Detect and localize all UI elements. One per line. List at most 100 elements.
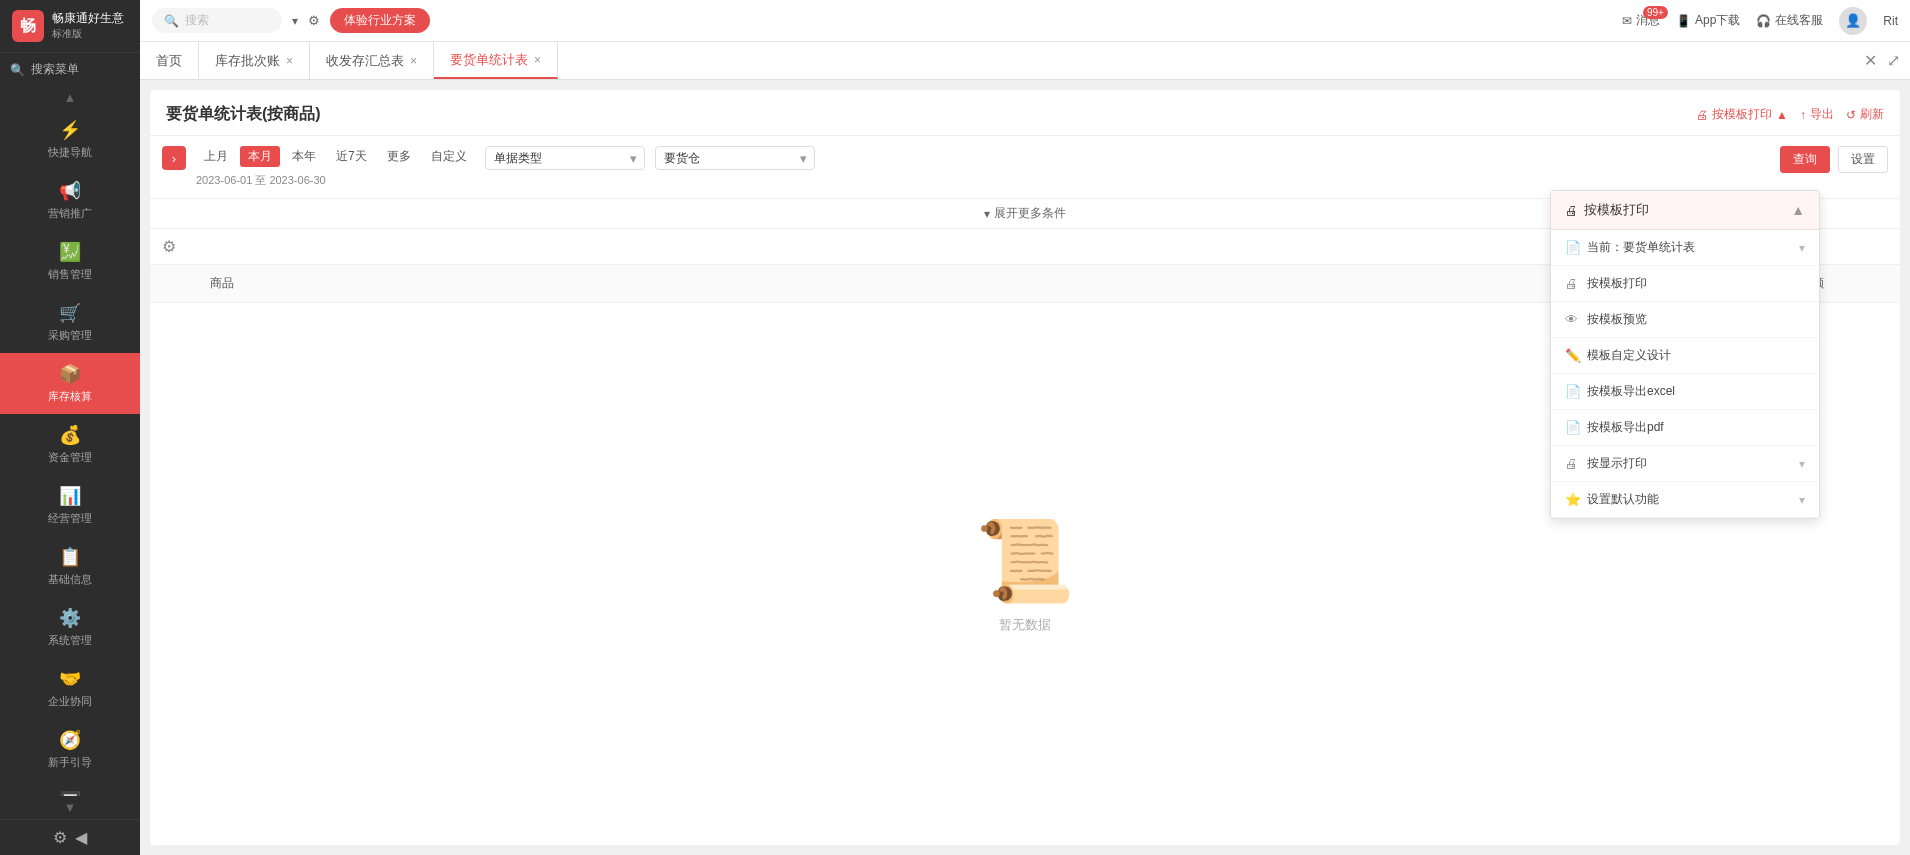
template-preview-label: 按模板预览 xyxy=(1587,311,1647,328)
topbar-dropdown[interactable]: ▾ xyxy=(292,14,298,28)
tab-receipt-summary-close[interactable]: × xyxy=(410,54,417,68)
topbar: 🔍 搜索 ▾ ⚙ 体验行业方案 ✉ 消息 99+ 📱 App下载 🎧 在线客服 … xyxy=(140,0,1910,42)
sidebar-item-label: 系统管理 xyxy=(48,633,92,648)
date-tab-7days[interactable]: 近7天 xyxy=(328,146,375,167)
refresh-button[interactable]: ↺ 刷新 xyxy=(1846,106,1884,123)
sidebar-item-collab[interactable]: 🤝 企业协同 xyxy=(0,658,140,719)
sidebar-item-inventory[interactable]: 📦 库存核算 xyxy=(0,353,140,414)
page-header: 要货单统计表(按商品) 🖨 按模板打印 ▲ ↑ 导出 ↺ 刷新 xyxy=(150,90,1900,136)
logo-icon: 畅 xyxy=(12,10,44,42)
sidebar-item-sales[interactable]: 💹 销售管理 xyxy=(0,231,140,292)
refresh-label: 刷新 xyxy=(1860,106,1884,123)
guide-icon: 🧭 xyxy=(59,729,81,751)
logo-text: 畅康通好生意 xyxy=(52,11,124,27)
finance-icon: 💰 xyxy=(59,424,81,446)
sidebar-item-guide[interactable]: 🧭 新手引导 xyxy=(0,719,140,780)
app-download-item[interactable]: 📱 App下载 xyxy=(1676,12,1740,29)
print-dropdown-template-excel[interactable]: 📄 按模板导出excel xyxy=(1551,374,1819,410)
query-label: 查询 xyxy=(1793,152,1817,166)
settings-button[interactable]: 设置 xyxy=(1838,146,1888,173)
print-button[interactable]: 🖨 按模板打印 ▲ xyxy=(1696,106,1788,123)
date-tab-more[interactable]: 更多 xyxy=(379,146,419,167)
print-dropdown-display-print[interactable]: 🖨 按显示打印 ▾ xyxy=(1551,446,1819,482)
sidebar-item-apps[interactable]: 🔲 应用中心 xyxy=(0,780,140,796)
logo-sub: 标准版 xyxy=(52,27,124,41)
basic-icon: 📋 xyxy=(59,546,81,568)
print-dropdown-template-preview[interactable]: 👁 按模板预览 xyxy=(1551,302,1819,338)
table-settings-icon[interactable]: ⚙ xyxy=(162,237,176,256)
print-dropdown-current[interactable]: 📄 当前：要货单统计表 ▾ xyxy=(1551,230,1819,266)
date-filter-group: 上月 本月 本年 近7天 更多 自定义 2023-06-01 至 2023-06… xyxy=(196,146,475,188)
expand-more-button[interactable]: ▾ 展开更多条件 xyxy=(984,205,1066,222)
collapse-icon[interactable]: ◀ xyxy=(75,828,87,847)
topbar-search-text: 搜索 xyxy=(185,12,209,29)
tab-order-stats[interactable]: 要货单统计表 × xyxy=(434,42,558,79)
print-dropdown-close-icon[interactable]: ▲ xyxy=(1791,202,1805,218)
sidebar-item-label: 经营管理 xyxy=(48,511,92,526)
apps-icon: 🔲 xyxy=(59,790,81,796)
sidebar-scroll-down[interactable]: ▼ xyxy=(0,796,140,819)
print-dropdown: 🖨 按模板打印 ▲ 📄 当前：要货单统计表 ▾ 🖨 按模板打印 xyxy=(1550,190,1820,519)
display-print-icon: 🖨 xyxy=(1565,456,1578,471)
filter-right: 查询 设置 xyxy=(1780,146,1888,173)
print-dropdown-title-text: 按模板打印 xyxy=(1584,201,1649,219)
query-button[interactable]: 查询 xyxy=(1780,146,1830,173)
print-dropdown-title: 🖨 按模板打印 xyxy=(1565,201,1649,219)
tab-order-stats-close[interactable]: × xyxy=(534,53,541,67)
order-goods-select-wrapper: 要货仓 xyxy=(655,146,815,170)
sidebar-item-quick-nav[interactable]: ⚡ 快捷导航 xyxy=(0,109,140,170)
online-service-item[interactable]: 🎧 在线客服 xyxy=(1756,12,1823,29)
topbar-search-icon: 🔍 xyxy=(164,14,179,28)
print-dropdown-default-func[interactable]: ⭐ 设置默认功能 ▾ xyxy=(1551,482,1819,518)
tab-receipt-summary[interactable]: 收发存汇总表 × xyxy=(310,42,434,79)
current-label: 当前：要货单统计表 xyxy=(1587,239,1695,256)
service-icon: 🎧 xyxy=(1756,14,1771,28)
sidebar-item-operation[interactable]: 📊 经营管理 xyxy=(0,475,140,536)
print-dropdown-template-design[interactable]: ✏️ 模板自定义设计 xyxy=(1551,338,1819,374)
print-chevron-icon: ▲ xyxy=(1776,108,1788,122)
sidebar-item-finance[interactable]: 💰 资金管理 xyxy=(0,414,140,475)
topbar-search[interactable]: 🔍 搜索 xyxy=(152,8,282,33)
template-excel-icon: 📄 xyxy=(1565,384,1581,399)
tab-home[interactable]: 首页 xyxy=(140,42,199,79)
date-tab-current[interactable]: 本月 xyxy=(240,146,280,167)
tab-expand[interactable]: ⤢ xyxy=(1883,49,1904,72)
tab-inventory-batch[interactable]: 库存批次账 × xyxy=(199,42,310,79)
sidebar-item-purchase[interactable]: 🛒 采购管理 xyxy=(0,292,140,353)
tab-inventory-batch-close[interactable]: × xyxy=(286,54,293,68)
topbar-gear-icon[interactable]: ⚙ xyxy=(308,13,320,28)
sidebar-item-system[interactable]: ⚙️ 系统管理 xyxy=(0,597,140,658)
username[interactable]: Rit xyxy=(1883,14,1898,28)
date-tab-custom[interactable]: 自定义 xyxy=(423,146,475,167)
filter-expand-button[interactable]: › xyxy=(162,146,186,170)
search-icon: 🔍 xyxy=(10,63,25,77)
order-goods-filter-group: 要货仓 xyxy=(655,146,815,170)
tab-order-stats-label: 要货单统计表 xyxy=(450,51,528,69)
tab-close-all[interactable]: ✕ xyxy=(1860,49,1881,72)
trial-button[interactable]: 体验行业方案 xyxy=(330,8,430,33)
date-tab-prev[interactable]: 上月 xyxy=(196,146,236,167)
avatar[interactable]: 👤 xyxy=(1839,7,1867,35)
sidebar-search[interactable]: 🔍 搜索菜单 xyxy=(0,53,140,86)
sidebar-scroll-up[interactable]: ▲ xyxy=(0,86,140,109)
empty-text: 暂无数据 xyxy=(999,616,1051,634)
order-type-select[interactable]: 单据类型 xyxy=(485,146,645,170)
order-goods-select[interactable]: 要货仓 xyxy=(655,146,815,170)
sidebar-item-label: 采购管理 xyxy=(48,328,92,343)
sidebar-item-label: 企业协同 xyxy=(48,694,92,709)
print-dropdown-template-pdf[interactable]: 📄 按模板导出pdf xyxy=(1551,410,1819,446)
date-tab-this-year[interactable]: 本年 xyxy=(284,146,324,167)
inventory-icon: 📦 xyxy=(59,363,81,385)
sidebar-item-basic[interactable]: 📋 基础信息 xyxy=(0,536,140,597)
sidebar-item-label: 基础信息 xyxy=(48,572,92,587)
messages-item[interactable]: ✉ 消息 99+ xyxy=(1622,12,1660,29)
settings-icon[interactable]: ⚙ xyxy=(53,828,67,847)
tab-home-label: 首页 xyxy=(156,52,182,70)
sidebar-item-marketing[interactable]: 📢 营销推广 xyxy=(0,170,140,231)
refresh-icon: ↺ xyxy=(1846,108,1856,122)
sidebar-item-label: 快捷导航 xyxy=(48,145,92,160)
export-button[interactable]: ↑ 导出 xyxy=(1800,106,1834,123)
content-panel: 要货单统计表(按商品) 🖨 按模板打印 ▲ ↑ 导出 ↺ 刷新 xyxy=(150,90,1900,845)
app-download-label: App下载 xyxy=(1695,12,1740,29)
print-dropdown-template-print[interactable]: 🖨 按模板打印 xyxy=(1551,266,1819,302)
